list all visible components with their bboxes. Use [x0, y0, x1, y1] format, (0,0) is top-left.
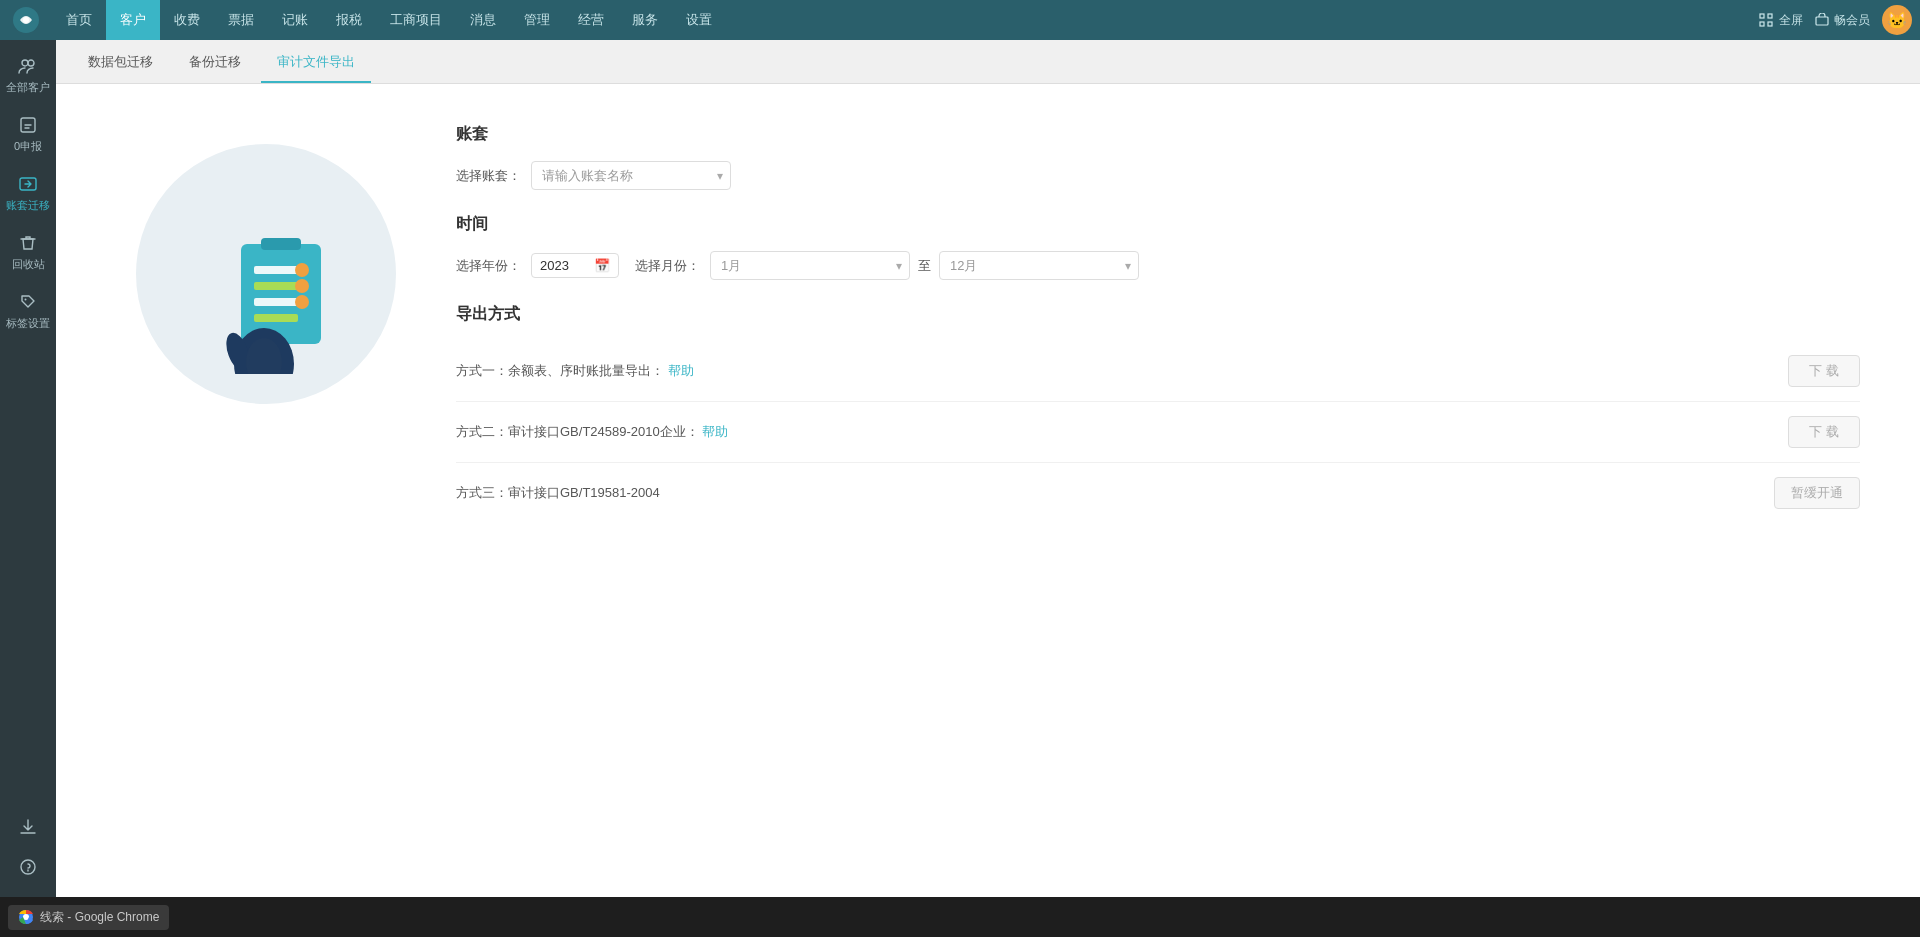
form-section: 账套 选择账套： 请输入账套名称 时间 选择年份： 📅 — [436, 84, 1920, 897]
export-method-1-text: 方式一：余额表、序时账批量导出： 帮助 — [456, 362, 694, 380]
export-method-3-coming-soon-btn: 暂缓开通 — [1774, 477, 1860, 509]
sidebar-label-tag-settings: 标签设置 — [6, 316, 50, 331]
sidebar-bottom — [2, 809, 54, 897]
content-area: 数据包迁移 备份迁移 审计文件导出 — [56, 40, 1920, 897]
taskbar-chrome-label: 线索 - Google Chrome — [40, 909, 159, 926]
user-avatar[interactable]: 🐱 — [1882, 5, 1912, 35]
account-select-label: 选择账套： — [456, 167, 521, 185]
export-method-2-help-link[interactable]: 帮助 — [702, 424, 728, 439]
taskbar: 线索 - Google Chrome — [0, 897, 1920, 937]
export-method-1: 方式一：余额表、序时账批量导出： 帮助 下 载 — [456, 341, 1860, 402]
sidebar-item-tag-settings[interactable]: 标签设置 — [2, 284, 54, 339]
export-method-2: 方式二：审计接口GB/T24589-2010企业： 帮助 下 载 — [456, 402, 1860, 463]
export-method-1-help-link[interactable]: 帮助 — [668, 363, 694, 378]
nav-customer[interactable]: 客户 — [106, 0, 160, 40]
illustration-section — [56, 84, 436, 897]
month-end-select[interactable]: 1月2月3月4月 5月6月7月8月 9月10月11月12月 — [939, 251, 1139, 280]
export-method-2-download-btn[interactable]: 下 载 — [1788, 416, 1860, 448]
year-input[interactable] — [540, 258, 590, 273]
month-end-wrapper: 1月2月3月4月 5月6月7月8月 9月10月11月12月 — [939, 251, 1139, 280]
calendar-icon: 📅 — [594, 258, 610, 273]
membership-btn[interactable]: 畅会员 — [1815, 12, 1870, 29]
svg-rect-16 — [254, 298, 298, 306]
sidebar: 全部客户 0申报 账套迁移 回收站 — [0, 40, 56, 897]
svg-point-11 — [25, 299, 27, 301]
page-body: 账套 选择账套： 请输入账套名称 时间 选择年份： 📅 — [56, 84, 1920, 897]
nav-service[interactable]: 服务 — [618, 0, 672, 40]
account-select-row: 选择账套： 请输入账套名称 — [456, 161, 1860, 190]
account-select[interactable]: 请输入账套名称 — [531, 161, 731, 190]
month-start-select[interactable]: 1月2月3月4月 5月6月7月8月 9月10月11月12月 — [710, 251, 910, 280]
svg-rect-17 — [254, 314, 298, 322]
year-label: 选择年份： — [456, 257, 521, 275]
export-section: 导出方式 方式一：余额表、序时账批量导出： 帮助 下 载 方式二：审计接口GB/… — [456, 304, 1860, 523]
svg-point-12 — [21, 860, 35, 874]
sidebar-label-declaration: 0申报 — [14, 139, 42, 154]
export-section-title: 导出方式 — [456, 304, 1860, 325]
account-select-wrapper: 请输入账套名称 — [531, 161, 731, 190]
svg-point-1 — [23, 17, 29, 23]
svg-rect-13 — [241, 244, 321, 344]
sidebar-label-all-customers: 全部客户 — [6, 80, 50, 95]
top-navigation: 首页 客户 收费 票据 记账 报税 工商项目 消息 管理 经营 服务 设置 全屏 — [0, 0, 1920, 40]
account-section-title: 账套 — [456, 124, 1860, 145]
svg-rect-15 — [254, 282, 298, 290]
export-method-3-text: 方式三：审计接口GB/T19581-2004 — [456, 484, 660, 502]
top-nav-right: 全屏 畅会员 🐱 — [1759, 5, 1912, 35]
export-method-1-download-btn[interactable]: 下 载 — [1788, 355, 1860, 387]
svg-rect-14 — [254, 266, 298, 274]
taskbar-chrome-item[interactable]: 线索 - Google Chrome — [8, 905, 169, 930]
sidebar-label-account-migration: 账套迁移 — [6, 198, 50, 213]
app-logo[interactable] — [8, 2, 44, 38]
nav-items: 首页 客户 收费 票据 记账 报税 工商项目 消息 管理 经营 服务 设置 — [52, 0, 1759, 40]
illustration-circle — [136, 144, 396, 404]
svg-point-26 — [23, 914, 29, 920]
main-layout: 全部客户 0申报 账套迁移 回收站 — [0, 40, 1920, 897]
sidebar-item-account-migration[interactable]: 账套迁移 — [2, 166, 54, 221]
nav-home[interactable]: 首页 — [52, 0, 106, 40]
nav-settings[interactable]: 设置 — [672, 0, 726, 40]
svg-rect-4 — [1760, 22, 1764, 26]
sidebar-item-declaration[interactable]: 0申报 — [2, 107, 54, 162]
sidebar-item-all-customers[interactable]: 全部客户 — [2, 48, 54, 103]
time-row: 选择年份： 📅 选择月份： 1月2月3月4月 5月6月7月8月 9月10月11月… — [456, 251, 1860, 280]
svg-point-19 — [295, 279, 309, 293]
svg-rect-2 — [1760, 14, 1764, 18]
nav-tax[interactable]: 报税 — [322, 0, 376, 40]
tab-data-migration[interactable]: 数据包迁移 — [72, 43, 169, 83]
year-input-wrapper: 📅 — [531, 253, 619, 278]
sidebar-label-recycle: 回收站 — [12, 257, 45, 272]
svg-rect-5 — [1768, 22, 1772, 26]
svg-rect-3 — [1768, 14, 1772, 18]
month-label: 选择月份： — [635, 257, 700, 275]
sidebar-item-recycle[interactable]: 回收站 — [2, 225, 54, 280]
svg-point-20 — [295, 295, 309, 309]
sidebar-item-download[interactable] — [2, 809, 54, 845]
svg-point-7 — [22, 60, 28, 66]
to-text: 至 — [918, 257, 931, 275]
nav-billing[interactable]: 收费 — [160, 0, 214, 40]
time-section-title: 时间 — [456, 214, 1860, 235]
svg-point-8 — [28, 60, 34, 66]
nav-message[interactable]: 消息 — [456, 0, 510, 40]
svg-rect-21 — [261, 238, 301, 250]
nav-accounting[interactable]: 记账 — [268, 0, 322, 40]
tabs-row: 数据包迁移 备份迁移 审计文件导出 — [56, 40, 1920, 84]
month-start-wrapper: 1月2月3月4月 5月6月7月8月 9月10月11月12月 — [710, 251, 910, 280]
export-method-3: 方式三：审计接口GB/T19581-2004 暂缓开通 — [456, 463, 1860, 523]
nav-operation[interactable]: 经营 — [564, 0, 618, 40]
tab-backup-migration[interactable]: 备份迁移 — [173, 43, 257, 83]
chrome-icon — [18, 909, 34, 925]
nav-invoice[interactable]: 票据 — [214, 0, 268, 40]
nav-manage[interactable]: 管理 — [510, 0, 564, 40]
export-method-2-text: 方式二：审计接口GB/T24589-2010企业： 帮助 — [456, 423, 728, 441]
svg-rect-6 — [1816, 17, 1828, 25]
nav-business[interactable]: 工商项目 — [376, 0, 456, 40]
sidebar-item-help[interactable] — [2, 849, 54, 885]
tab-audit-export[interactable]: 审计文件导出 — [261, 43, 371, 83]
fullscreen-btn[interactable]: 全屏 — [1759, 12, 1802, 29]
svg-point-18 — [295, 263, 309, 277]
